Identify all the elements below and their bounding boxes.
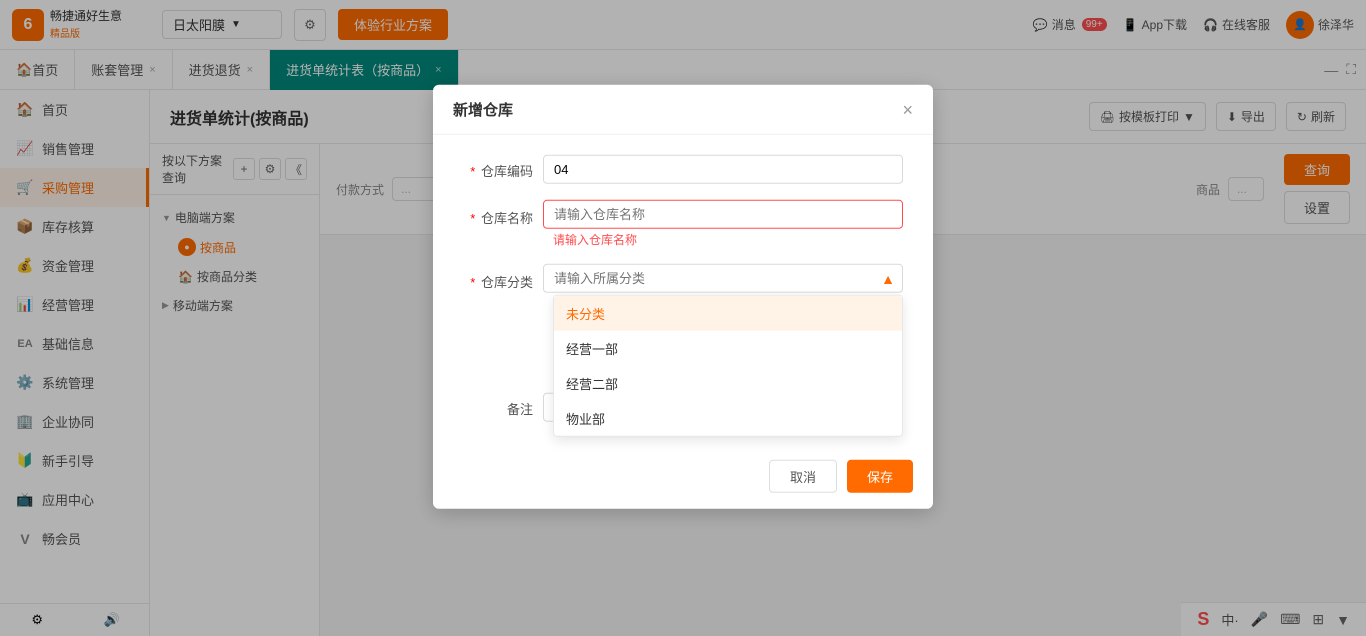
code-label: * 仓库编码 bbox=[463, 155, 543, 180]
name-error-msg: 请输入仓库名称 bbox=[553, 231, 637, 248]
dropdown-option-uncategorized[interactable]: 未分类 bbox=[554, 296, 902, 331]
modal-header: 新增仓库 × bbox=[433, 85, 933, 135]
name-input[interactable] bbox=[543, 200, 903, 229]
name-label: * 仓库名称 bbox=[463, 202, 543, 227]
code-input[interactable] bbox=[543, 155, 903, 184]
name-field-row: * 仓库名称 请输入仓库名称 bbox=[463, 200, 903, 248]
category-select-wrapper: ▲ bbox=[543, 264, 903, 293]
dropdown-option-ops2[interactable]: 经营二部 bbox=[554, 366, 902, 401]
note-label: 备注 bbox=[463, 393, 543, 418]
modal-title: 新增仓库 bbox=[453, 99, 513, 120]
modal-close-icon[interactable]: × bbox=[902, 100, 913, 118]
dropdown-option-property[interactable]: 物业部 bbox=[554, 401, 902, 436]
category-input[interactable] bbox=[543, 264, 903, 293]
save-button[interactable]: 保存 bbox=[847, 460, 913, 493]
code-required-star: * bbox=[470, 164, 475, 179]
category-field-row: * 仓库分类 ▲ 未分类 经营一部 经营二部 物业部 bbox=[463, 264, 903, 293]
modal-footer: 取消 保存 bbox=[433, 448, 933, 509]
category-label: * 仓库分类 bbox=[463, 266, 543, 291]
category-dropdown: 未分类 经营一部 经营二部 物业部 bbox=[553, 295, 903, 437]
cancel-button[interactable]: 取消 bbox=[769, 460, 837, 493]
name-required-star: * bbox=[470, 211, 475, 226]
add-warehouse-modal: 新增仓库 × * 仓库编码 * 仓库名称 请输入仓库名称 bbox=[433, 85, 933, 509]
dropdown-option-ops1[interactable]: 经营一部 bbox=[554, 331, 902, 366]
modal-body: * 仓库编码 * 仓库名称 请输入仓库名称 * 仓库分 bbox=[433, 135, 933, 448]
category-required-star: * bbox=[470, 275, 475, 290]
code-field-row: * 仓库编码 bbox=[463, 155, 903, 184]
